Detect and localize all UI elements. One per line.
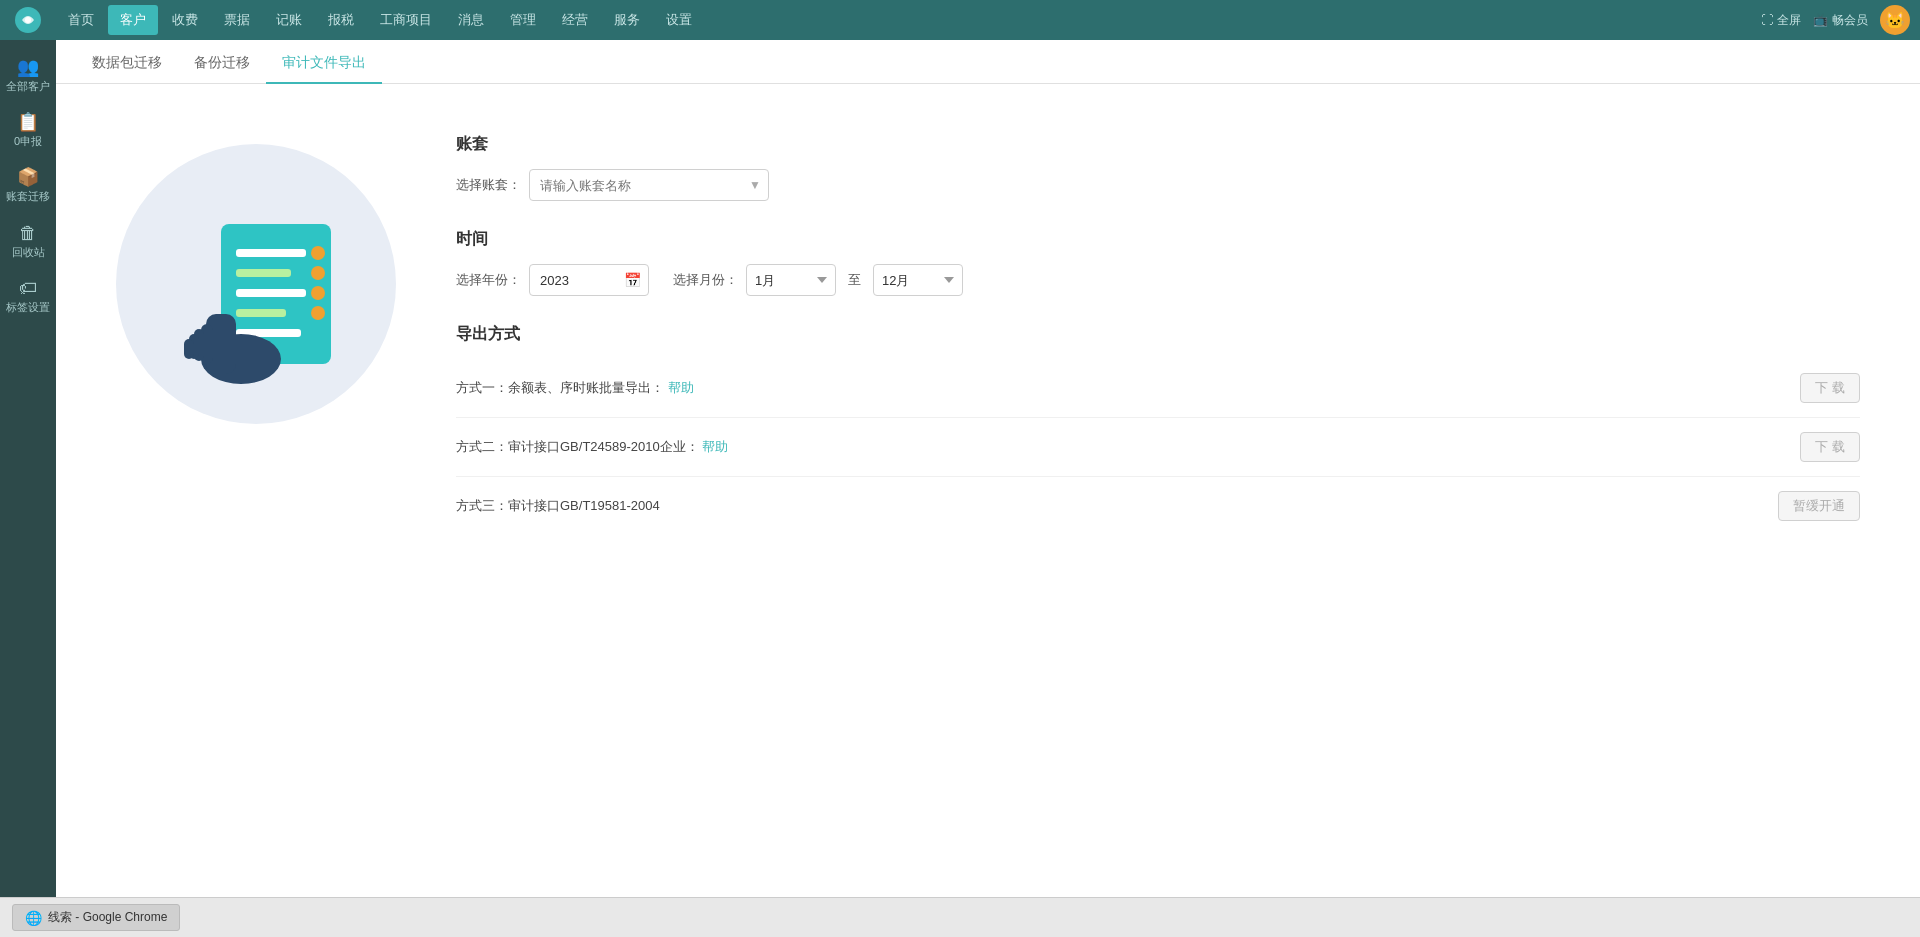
- nav-message[interactable]: 消息: [446, 5, 496, 35]
- dropdown-icon: ▼: [749, 178, 761, 192]
- top-navigation: 首页 客户 收费 票据 记账 报税 工商项目 消息 管理 经营 服务 设置 ⛶ …: [0, 0, 1920, 40]
- nav-account[interactable]: 记账: [264, 5, 314, 35]
- month-start-wrap: 1月2月3月 4月5月6月 7月8月9月 10月11月12月: [746, 264, 836, 296]
- sidebar-item-recycle[interactable]: 🗑 回收站: [0, 216, 56, 267]
- svg-point-8: [311, 246, 325, 260]
- left-sidebar: 👥 全部客户 📋 0申报 📦 账套迁移 🗑 回收站 🏷 标签设置: [0, 40, 56, 897]
- export-section-title: 导出方式: [456, 324, 1860, 345]
- chrome-icon: 🌐: [25, 910, 42, 926]
- sidebar-item-account-migration[interactable]: 📦 账套迁移: [0, 160, 56, 211]
- avatar[interactable]: 🐱: [1880, 5, 1910, 35]
- nav-home[interactable]: 首页: [56, 5, 106, 35]
- fullscreen-icon: ⛶: [1761, 13, 1773, 27]
- recycle-icon: 🗑: [19, 224, 37, 242]
- method-1-download-button[interactable]: 下 载: [1800, 373, 1860, 403]
- export-method-2: 方式二：审计接口GB/T24589-2010企业： 帮助 下 载: [456, 418, 1860, 477]
- svg-point-11: [311, 306, 325, 320]
- tab-backup-migration[interactable]: 备份迁移: [178, 44, 266, 84]
- illustration-circle: [116, 144, 396, 424]
- svg-rect-6: [236, 309, 286, 317]
- sidebar-item-label: 标签设置: [6, 301, 50, 314]
- account-input[interactable]: [529, 169, 769, 201]
- fullscreen-button[interactable]: ⛶ 全屏: [1761, 12, 1801, 29]
- to-label: 至: [848, 271, 861, 289]
- account-select-wrap: ▼: [529, 169, 769, 201]
- tab-bar: 数据包迁移 备份迁移 审计文件导出: [56, 40, 1920, 84]
- nav-operation[interactable]: 经营: [550, 5, 600, 35]
- taskbar-item-label: 线索 - Google Chrome: [48, 909, 167, 926]
- nav-items: 首页 客户 收费 票据 记账 报税 工商项目 消息 管理 经营 服务 设置: [56, 5, 1761, 35]
- page-body: 账套 选择账套： ▼ 时间 选择年份： 202: [56, 84, 1920, 897]
- app-logo[interactable]: [10, 2, 46, 38]
- year-input-wrap: 2023 📅: [529, 264, 649, 296]
- month-start-select[interactable]: 1月2月3月 4月5月6月 7月8月9月 10月11月12月: [746, 264, 836, 296]
- export-method-3: 方式三：审计接口GB/T19581-2004 暂缓开通: [456, 477, 1860, 535]
- sidebar-item-label: 0申报: [14, 135, 42, 148]
- export-section: 导出方式 方式一：余额表、序时账批量导出： 帮助 下 载 方式二：审计接口GB/…: [456, 324, 1860, 535]
- nav-invoice[interactable]: 票据: [212, 5, 262, 35]
- sidebar-item-label: 账套迁移: [6, 190, 50, 203]
- migration-icon: 📦: [17, 168, 39, 186]
- svg-rect-4: [236, 269, 291, 277]
- main-layout: 👥 全部客户 📋 0申报 📦 账套迁移 🗑 回收站 🏷 标签设置 数据包迁移 备…: [0, 40, 1920, 897]
- account-section-title: 账套: [456, 134, 1860, 155]
- svg-rect-5: [236, 289, 306, 297]
- svg-point-10: [311, 286, 325, 300]
- vip-button[interactable]: 📺 畅会员: [1813, 12, 1868, 29]
- nav-service[interactable]: 服务: [602, 5, 652, 35]
- sidebar-item-label: 回收站: [12, 246, 45, 259]
- illustration-area: [116, 124, 396, 857]
- nav-customer[interactable]: 客户: [108, 5, 158, 35]
- nav-right: ⛶ 全屏 📺 畅会员 🐱: [1761, 5, 1910, 35]
- time-section-title: 时间: [456, 229, 1860, 250]
- year-label: 选择年份：: [456, 271, 521, 289]
- export-method-1: 方式一：余额表、序时账批量导出： 帮助 下 载: [456, 359, 1860, 418]
- method-1-help-link[interactable]: 帮助: [668, 380, 694, 395]
- svg-rect-3: [236, 249, 306, 257]
- svg-point-9: [311, 266, 325, 280]
- method-2-download-button[interactable]: 下 载: [1800, 432, 1860, 462]
- time-section: 时间 选择年份： 2023 📅 选择月份： 1月2月3月 4月5月6月: [456, 229, 1860, 296]
- sidebar-item-zero-report[interactable]: 📋 0申报: [0, 105, 56, 156]
- taskbar: 🌐 线索 - Google Chrome: [0, 897, 1920, 937]
- account-row: 选择账套： ▼: [456, 169, 1860, 201]
- tab-audit-export[interactable]: 审计文件导出: [266, 44, 382, 84]
- vip-icon: 📺: [1813, 13, 1828, 27]
- svg-rect-17: [184, 339, 194, 359]
- month-label: 选择月份：: [673, 271, 738, 289]
- customers-icon: 👥: [17, 58, 39, 76]
- content-area: 数据包迁移 备份迁移 审计文件导出: [56, 40, 1920, 897]
- account-section: 账套 选择账套： ▼: [456, 134, 1860, 201]
- nav-business[interactable]: 工商项目: [368, 5, 444, 35]
- nav-tax[interactable]: 报税: [316, 5, 366, 35]
- form-area: 账套 选择账套： ▼ 时间 选择年份： 202: [456, 124, 1860, 857]
- sidebar-item-label: 全部客户: [6, 80, 50, 93]
- month-end-select[interactable]: 1月2月3月 4月5月6月 7月8月9月 10月11月12月: [873, 264, 963, 296]
- nav-fee[interactable]: 收费: [160, 5, 210, 35]
- account-label: 选择账套：: [456, 176, 521, 194]
- svg-point-1: [25, 17, 31, 23]
- tab-data-migration[interactable]: 数据包迁移: [76, 44, 178, 84]
- zero-report-icon: 📋: [17, 113, 39, 131]
- nav-settings[interactable]: 设置: [654, 5, 704, 35]
- method-3-text: 方式三：审计接口GB/T19581-2004: [456, 497, 1766, 515]
- method-1-text: 方式一：余额表、序时账批量导出： 帮助: [456, 379, 1788, 397]
- calendar-icon: 📅: [624, 272, 641, 288]
- taskbar-chrome-item[interactable]: 🌐 线索 - Google Chrome: [12, 904, 180, 931]
- month-end-wrap: 1月2月3月 4月5月6月 7月8月9月 10月11月12月: [873, 264, 963, 296]
- method-2-help-link[interactable]: 帮助: [702, 439, 728, 454]
- sidebar-item-all-customers[interactable]: 👥 全部客户: [0, 50, 56, 101]
- tag-icon: 🏷: [19, 279, 37, 297]
- time-row: 选择年份： 2023 📅 选择月份： 1月2月3月 4月5月6月 7月8月9月 …: [456, 264, 1860, 296]
- sidebar-item-tag-settings[interactable]: 🏷 标签设置: [0, 271, 56, 322]
- nav-manage[interactable]: 管理: [498, 5, 548, 35]
- method-2-text: 方式二：审计接口GB/T24589-2010企业： 帮助: [456, 438, 1788, 456]
- method-3-coming-soon-button[interactable]: 暂缓开通: [1778, 491, 1860, 521]
